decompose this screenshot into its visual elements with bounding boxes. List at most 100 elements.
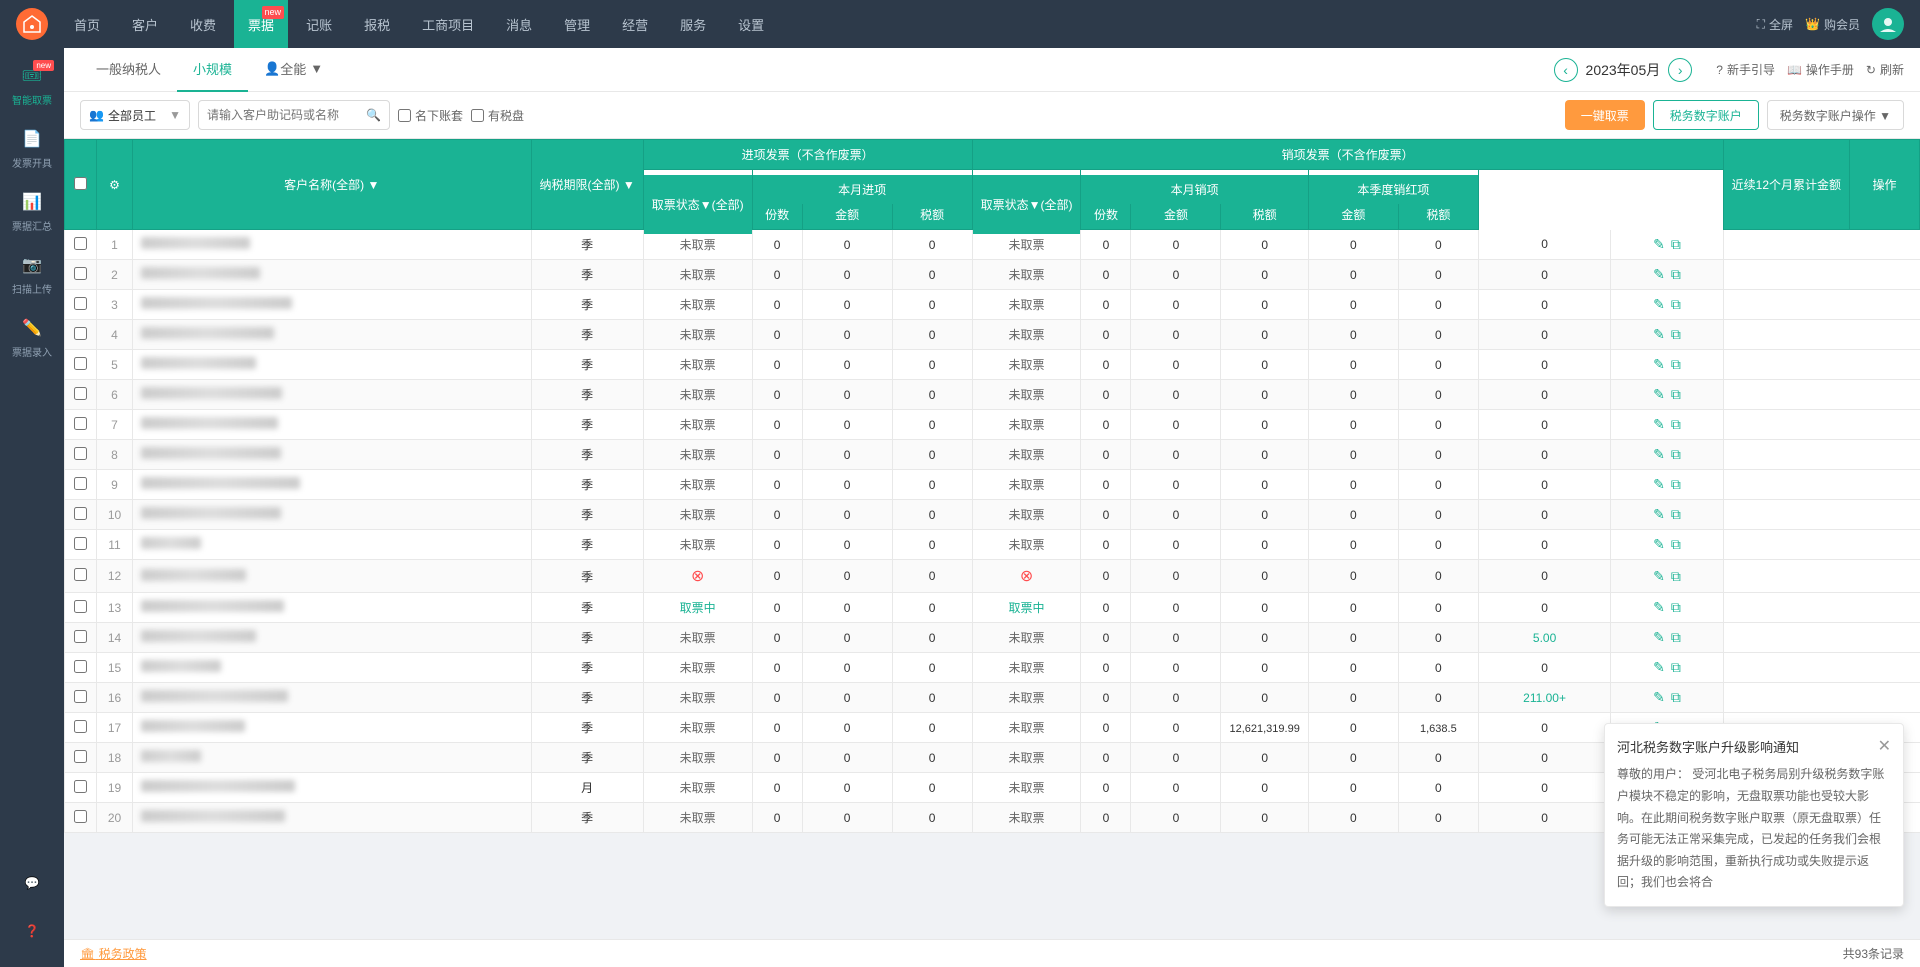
row-customer-name[interactable] [133, 320, 532, 350]
copy-action-btn[interactable]: ⧉ [1671, 659, 1681, 675]
row-checkbox[interactable] [74, 327, 87, 340]
th-out-status[interactable]: 取票状态▼(全部) [972, 174, 1081, 234]
row-in-status[interactable]: 未取票 [643, 683, 752, 713]
row-out-status[interactable]: 未取票 [972, 530, 1081, 560]
12month-link[interactable]: 211.00+ [1523, 691, 1566, 705]
row-out-status[interactable]: 未取票 [972, 260, 1081, 290]
edit-action-btn[interactable]: ✎ [1653, 356, 1665, 372]
edit-action-btn[interactable]: ✎ [1653, 266, 1665, 282]
customer-search-box[interactable]: 🔍 [198, 100, 390, 130]
row-customer-name[interactable] [133, 713, 532, 743]
select-all-checkbox[interactable] [74, 177, 87, 190]
copy-action-btn[interactable]: ⧉ [1671, 446, 1681, 462]
sidebar-item-invoice-entry[interactable]: ✏️ 票据录入 [4, 308, 60, 367]
row-customer-name[interactable] [133, 683, 532, 713]
row-in-status[interactable]: 未取票 [643, 743, 752, 773]
row-checkbox[interactable] [74, 720, 87, 733]
edit-action-btn[interactable]: ✎ [1653, 536, 1665, 552]
row-in-status[interactable]: 未取票 [643, 803, 752, 833]
row-customer-name[interactable] [133, 350, 532, 380]
row-checkbox[interactable] [74, 600, 87, 613]
edit-action-btn[interactable]: ✎ [1653, 386, 1665, 402]
row-out-status[interactable]: 取票中 [972, 593, 1081, 623]
row-out-status[interactable]: 未取票 [972, 500, 1081, 530]
row-out-status[interactable]: 未取票 [972, 803, 1081, 833]
copy-action-btn[interactable]: ⧉ [1671, 476, 1681, 492]
period-prev-btn[interactable]: ‹ [1554, 58, 1578, 82]
row-customer-name[interactable] [133, 230, 532, 260]
row-customer-name[interactable] [133, 440, 532, 470]
search-icon[interactable]: 🔍 [366, 108, 381, 122]
row-customer-name[interactable] [133, 470, 532, 500]
row-out-status[interactable]: ⊗ [972, 560, 1081, 593]
row-customer-name[interactable] [133, 290, 532, 320]
user-avatar[interactable] [1872, 8, 1904, 40]
row-out-status[interactable]: 未取票 [972, 410, 1081, 440]
tab-general-taxpayer[interactable]: 一般纳税人 [80, 48, 177, 92]
row-in-status[interactable]: 未取票 [643, 713, 752, 743]
staff-select[interactable]: 👥 全部员工 ▼ [80, 100, 190, 130]
nav-service[interactable]: 服务 [666, 0, 720, 48]
fullscreen-btn[interactable]: ⛶ 全屏 [1757, 16, 1793, 33]
row-in-status[interactable]: ⊗ [643, 560, 752, 593]
th-customer-name[interactable]: 客户名称(全部) ▼ [133, 140, 532, 230]
popup-close-btn[interactable]: ✕ [1878, 736, 1891, 756]
tab-all[interactable]: 👤 全能 ▼ [248, 48, 339, 92]
row-out-status[interactable]: 未取票 [972, 350, 1081, 380]
one-click-invoice-btn[interactable]: 一键取票 [1565, 100, 1645, 130]
row-customer-name[interactable] [133, 380, 532, 410]
copy-action-btn[interactable]: ⧉ [1671, 506, 1681, 522]
row-in-status[interactable]: 未取票 [643, 230, 752, 260]
row-customer-name[interactable] [133, 410, 532, 440]
row-out-status[interactable]: 未取票 [972, 653, 1081, 683]
nav-tax[interactable]: 报税 [350, 0, 404, 48]
copy-action-btn[interactable]: ⧉ [1671, 386, 1681, 402]
nav-business[interactable]: 工商项目 [408, 0, 488, 48]
row-in-status[interactable]: 取票中 [643, 593, 752, 623]
copy-action-btn[interactable]: ⧉ [1671, 356, 1681, 372]
row-out-status[interactable]: 未取票 [972, 230, 1081, 260]
vip-btn[interactable]: 👑 购会员 [1805, 16, 1860, 33]
edit-action-btn[interactable]: ✎ [1653, 446, 1665, 462]
copy-action-btn[interactable]: ⧉ [1671, 416, 1681, 432]
row-customer-name[interactable] [133, 260, 532, 290]
tax-policy-link[interactable]: 🏛 税务政策 [80, 945, 147, 962]
row-out-status[interactable]: 未取票 [972, 683, 1081, 713]
edit-action-btn[interactable]: ✎ [1653, 568, 1665, 584]
edit-action-btn[interactable]: ✎ [1653, 689, 1665, 705]
row-in-status[interactable]: 未取票 [643, 623, 752, 653]
edit-action-btn[interactable]: ✎ [1653, 416, 1665, 432]
row-checkbox[interactable] [74, 417, 87, 430]
copy-action-btn[interactable]: ⧉ [1671, 296, 1681, 312]
row-out-status[interactable]: 未取票 [972, 470, 1081, 500]
row-checkbox[interactable] [74, 387, 87, 400]
edit-action-btn[interactable]: ✎ [1653, 599, 1665, 615]
row-checkbox[interactable] [74, 237, 87, 250]
row-checkbox[interactable] [74, 477, 87, 490]
copy-action-btn[interactable]: ⧉ [1671, 599, 1681, 615]
row-in-status[interactable]: 未取票 [643, 653, 752, 683]
sidebar-item-invoice-summary[interactable]: 📊 票据汇总 [4, 182, 60, 241]
row-customer-name[interactable] [133, 653, 532, 683]
copy-action-btn[interactable]: ⧉ [1671, 629, 1681, 645]
sidebar-item-scan-upload[interactable]: 📷 扫描上传 [4, 245, 60, 304]
edit-action-btn[interactable]: ✎ [1653, 476, 1665, 492]
refresh-btn[interactable]: ↻ 刷新 [1866, 61, 1904, 78]
row-in-status[interactable]: 未取票 [643, 440, 752, 470]
row-customer-name[interactable] [133, 743, 532, 773]
tax-digital-ops-btn[interactable]: 税务数字账户操作 ▼ [1767, 100, 1904, 130]
row-customer-name[interactable] [133, 500, 532, 530]
nav-business-ops[interactable]: 经营 [608, 0, 662, 48]
row-checkbox[interactable] [74, 267, 87, 280]
row-checkbox[interactable] [74, 537, 87, 550]
nav-management[interactable]: 管理 [550, 0, 604, 48]
row-in-status[interactable]: 未取票 [643, 350, 752, 380]
edit-action-btn[interactable]: ✎ [1653, 506, 1665, 522]
sidebar-item-smart-invoice[interactable]: 🎟 智能取票 new [4, 56, 60, 115]
row-in-status[interactable]: 未取票 [643, 290, 752, 320]
period-next-btn[interactable]: › [1668, 58, 1692, 82]
row-out-status[interactable]: 未取票 [972, 290, 1081, 320]
edit-action-btn[interactable]: ✎ [1653, 659, 1665, 675]
new-user-guide-btn[interactable]: ? 新手引导 [1716, 61, 1775, 78]
row-in-status[interactable]: 未取票 [643, 320, 752, 350]
